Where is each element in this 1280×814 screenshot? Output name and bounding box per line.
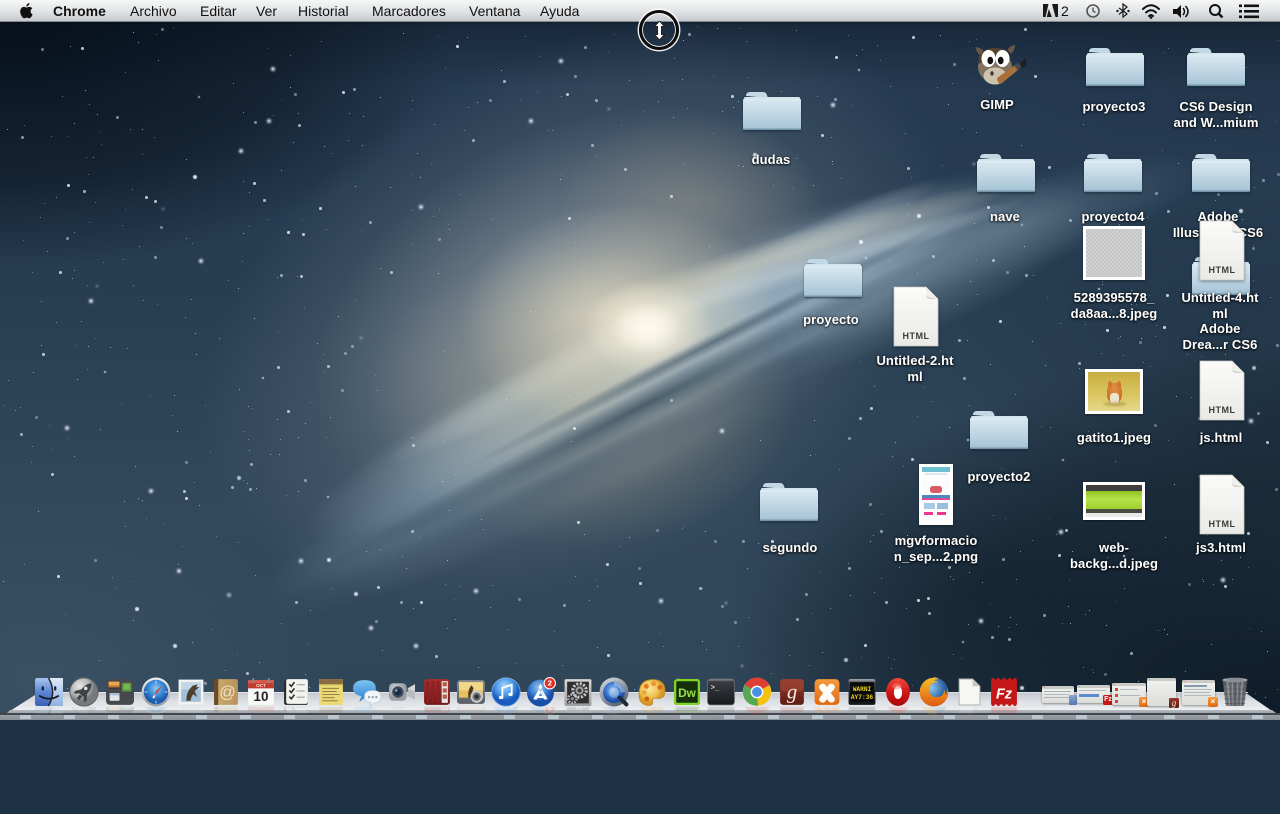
svg-text:HTML: HTML [1209,405,1236,415]
svg-text:HTML: HTML [1209,519,1236,529]
svg-text:OCT: OCT [256,707,266,709]
svg-text:2: 2 [548,679,552,688]
svg-text:Fz: Fz [996,687,1013,703]
svg-text:10: 10 [254,689,269,704]
svg-text:@: @ [219,707,236,709]
svg-text:2: 2 [548,707,552,713]
svg-text:>_: >_ [711,707,720,708]
svg-text:g: g [787,707,797,710]
svg-text:@: @ [219,683,236,702]
svg-text:HTML: HTML [903,331,930,341]
svg-text:HTML: HTML [1209,265,1236,275]
svg-text:WARNI: WARNI [853,686,872,693]
svg-text:AY7:36: AY7:36 [851,694,874,701]
svg-text:Dw: Dw [678,686,697,700]
svg-text:OCT: OCT [256,683,266,688]
svg-text:g: g [787,682,797,704]
svg-text:>_: >_ [711,684,720,692]
